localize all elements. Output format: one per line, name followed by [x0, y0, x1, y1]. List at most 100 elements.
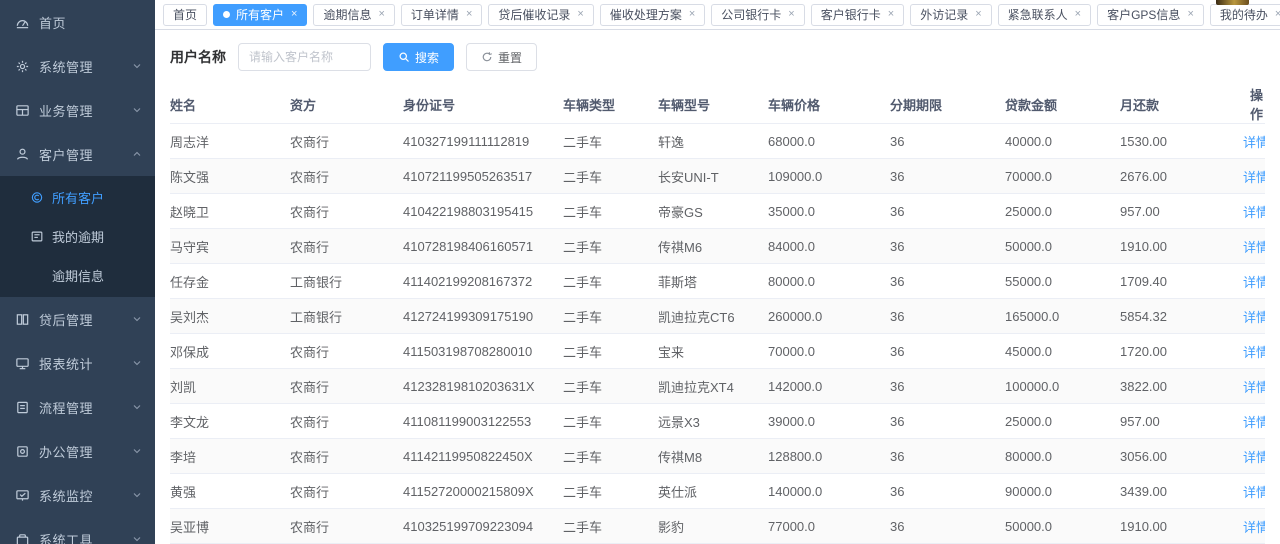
chevron-down-icon — [131, 533, 143, 544]
tab-7[interactable]: 客户银行卡× — [811, 4, 904, 26]
table-cell-action: 详情 — [1243, 124, 1265, 159]
detail-link[interactable]: 详情 — [1243, 170, 1265, 185]
tab-label: 催收处理方案 — [610, 6, 682, 23]
table-row: 刘凯农商行41232819810203631X二手车凯迪拉克XT4142000.… — [170, 369, 1265, 404]
tab-9[interactable]: 紧急联系人 × — [998, 4, 1091, 26]
close-icon[interactable]: × — [291, 9, 297, 20]
sidebar-subitem-1[interactable]: 我的逾期 — [0, 217, 155, 256]
table-cell: 55000.0 — [1005, 264, 1120, 299]
sidebar-subitem-label: 所有客户 — [52, 188, 104, 207]
table-cell: 36 — [890, 474, 1005, 509]
table-cell: 二手车 — [563, 264, 658, 299]
sidebar-item-8[interactable]: 系统监控 — [0, 473, 155, 517]
tools-icon — [14, 531, 30, 544]
sidebar-item-3[interactable]: 客户管理 — [0, 132, 155, 176]
close-icon[interactable]: × — [975, 9, 981, 20]
close-icon[interactable]: × — [466, 9, 472, 20]
table-cell-action: 详情 — [1243, 474, 1265, 509]
table-cell: 410325199709223094 — [403, 509, 563, 544]
table-cell: 农商行 — [290, 369, 403, 404]
table-cell: 远景X3 — [658, 404, 768, 439]
sidebar-item-4[interactable]: 贷后管理 — [0, 297, 155, 341]
close-icon[interactable]: × — [1075, 9, 1081, 20]
table-cell: 36 — [890, 369, 1005, 404]
avatar-image[interactable] — [1216, 0, 1249, 5]
process-icon — [14, 399, 30, 415]
sidebar-item-2[interactable]: 业务管理 — [0, 88, 155, 132]
table-cell: 80000.0 — [1005, 439, 1120, 474]
tab-3[interactable]: 订单详情 × — [401, 4, 482, 26]
table-cell: 二手车 — [563, 124, 658, 159]
table-cell: 李培 — [170, 439, 290, 474]
table-cell-action: 详情 — [1243, 264, 1265, 299]
tab-2[interactable]: 逾期信息 × — [313, 4, 394, 26]
detail-link[interactable]: 详情 — [1243, 450, 1265, 465]
table-cell: 36 — [890, 159, 1005, 194]
sidebar-item-9[interactable]: 系统工具 — [0, 517, 155, 544]
table-cell: 二手车 — [563, 439, 658, 474]
tab-1[interactable]: 所有客户× — [213, 4, 307, 26]
sidebar-subitem-2[interactable]: 逾期信息 — [0, 256, 155, 295]
sidebar-item-7[interactable]: 办公管理 — [0, 429, 155, 473]
table-cell: 黄强 — [170, 474, 290, 509]
tab-6[interactable]: 公司银行卡× — [711, 4, 804, 26]
close-icon[interactable]: × — [577, 9, 583, 20]
table-cell: 45000.0 — [1005, 334, 1120, 369]
detail-link[interactable]: 详情 — [1243, 205, 1265, 220]
sidebar-item-label: 报表统计 — [39, 354, 131, 373]
sidebar-item-1[interactable]: 系统管理 — [0, 44, 155, 88]
sidebar-menu: 首页系统管理业务管理客户管理所有客户我的逾期逾期信息贷后管理报表统计流程管理办公… — [0, 0, 155, 544]
tab-5[interactable]: 催收处理方案 × — [600, 4, 705, 26]
search-input[interactable] — [238, 43, 371, 71]
sidebar-item-6[interactable]: 流程管理 — [0, 385, 155, 429]
tab-label: 紧急联系人 — [1008, 6, 1068, 23]
detail-link[interactable]: 详情 — [1243, 485, 1265, 500]
all-customers-icon — [30, 191, 44, 205]
tab-label: 订单详情 — [411, 6, 459, 23]
table-cell-action: 详情 — [1243, 509, 1265, 544]
table-cell: 3822.00 — [1120, 369, 1243, 404]
tab-11[interactable]: 我的待办× — [1210, 4, 1280, 26]
tab-10[interactable]: 客户GPS信息× — [1097, 4, 1204, 26]
detail-link[interactable]: 详情 — [1243, 415, 1265, 430]
close-icon[interactable]: × — [1187, 9, 1193, 20]
column-header: 月还款 — [1120, 85, 1243, 124]
gear-icon — [14, 58, 30, 74]
app-window: 首页系统管理业务管理客户管理所有客户我的逾期逾期信息贷后管理报表统计流程管理办公… — [0, 0, 1280, 544]
reset-button[interactable]: 重置 — [466, 43, 537, 71]
chevron-down-icon — [131, 60, 143, 72]
table-cell: 传祺M8 — [658, 439, 768, 474]
tab-4[interactable]: 贷后催收记录× — [488, 4, 593, 26]
column-header: 身份证号 — [403, 85, 563, 124]
customer-table: 姓名资方身份证号车辆类型车辆型号车辆价格分期期限贷款金额月还款操作 周志洋农商行… — [170, 85, 1265, 544]
sidebar-item-0[interactable]: 首页 — [0, 0, 155, 44]
detail-link[interactable]: 详情 — [1243, 520, 1265, 535]
content-panel: 用户名称 搜索 重置 — [155, 30, 1280, 544]
sidebar-item-5[interactable]: 报表统计 — [0, 341, 155, 385]
detail-link[interactable]: 详情 — [1243, 135, 1265, 150]
detail-link[interactable]: 详情 — [1243, 310, 1265, 325]
tab-8[interactable]: 外访记录× — [910, 4, 991, 26]
table-cell-action: 详情 — [1243, 159, 1265, 194]
sidebar-subitem-0[interactable]: 所有客户 — [0, 178, 155, 217]
close-icon[interactable]: × — [378, 9, 384, 20]
detail-link[interactable]: 详情 — [1243, 240, 1265, 255]
close-icon[interactable]: × — [888, 9, 894, 20]
table-row: 李培农商行41142119950822450X二手车传祺M8128800.036… — [170, 439, 1265, 474]
detail-link[interactable]: 详情 — [1243, 345, 1265, 360]
sidebar-subitem-label: 逾期信息 — [52, 266, 104, 285]
search-icon — [398, 51, 410, 63]
tab-0[interactable]: 首页 — [163, 4, 207, 26]
search-button[interactable]: 搜索 — [383, 43, 454, 71]
close-icon[interactable]: × — [788, 9, 794, 20]
table-cell: 70000.0 — [768, 334, 890, 369]
tab-label: 逾期信息 — [323, 6, 371, 23]
table-cell: 412724199309175190 — [403, 299, 563, 334]
detail-link[interactable]: 详情 — [1243, 275, 1265, 290]
detail-link[interactable]: 详情 — [1243, 380, 1265, 395]
close-icon[interactable]: × — [689, 9, 695, 20]
close-icon[interactable]: × — [1275, 9, 1280, 20]
chevron-down-icon — [131, 445, 143, 457]
table-cell: 50000.0 — [1005, 229, 1120, 264]
table-cell: 410721199505263517 — [403, 159, 563, 194]
